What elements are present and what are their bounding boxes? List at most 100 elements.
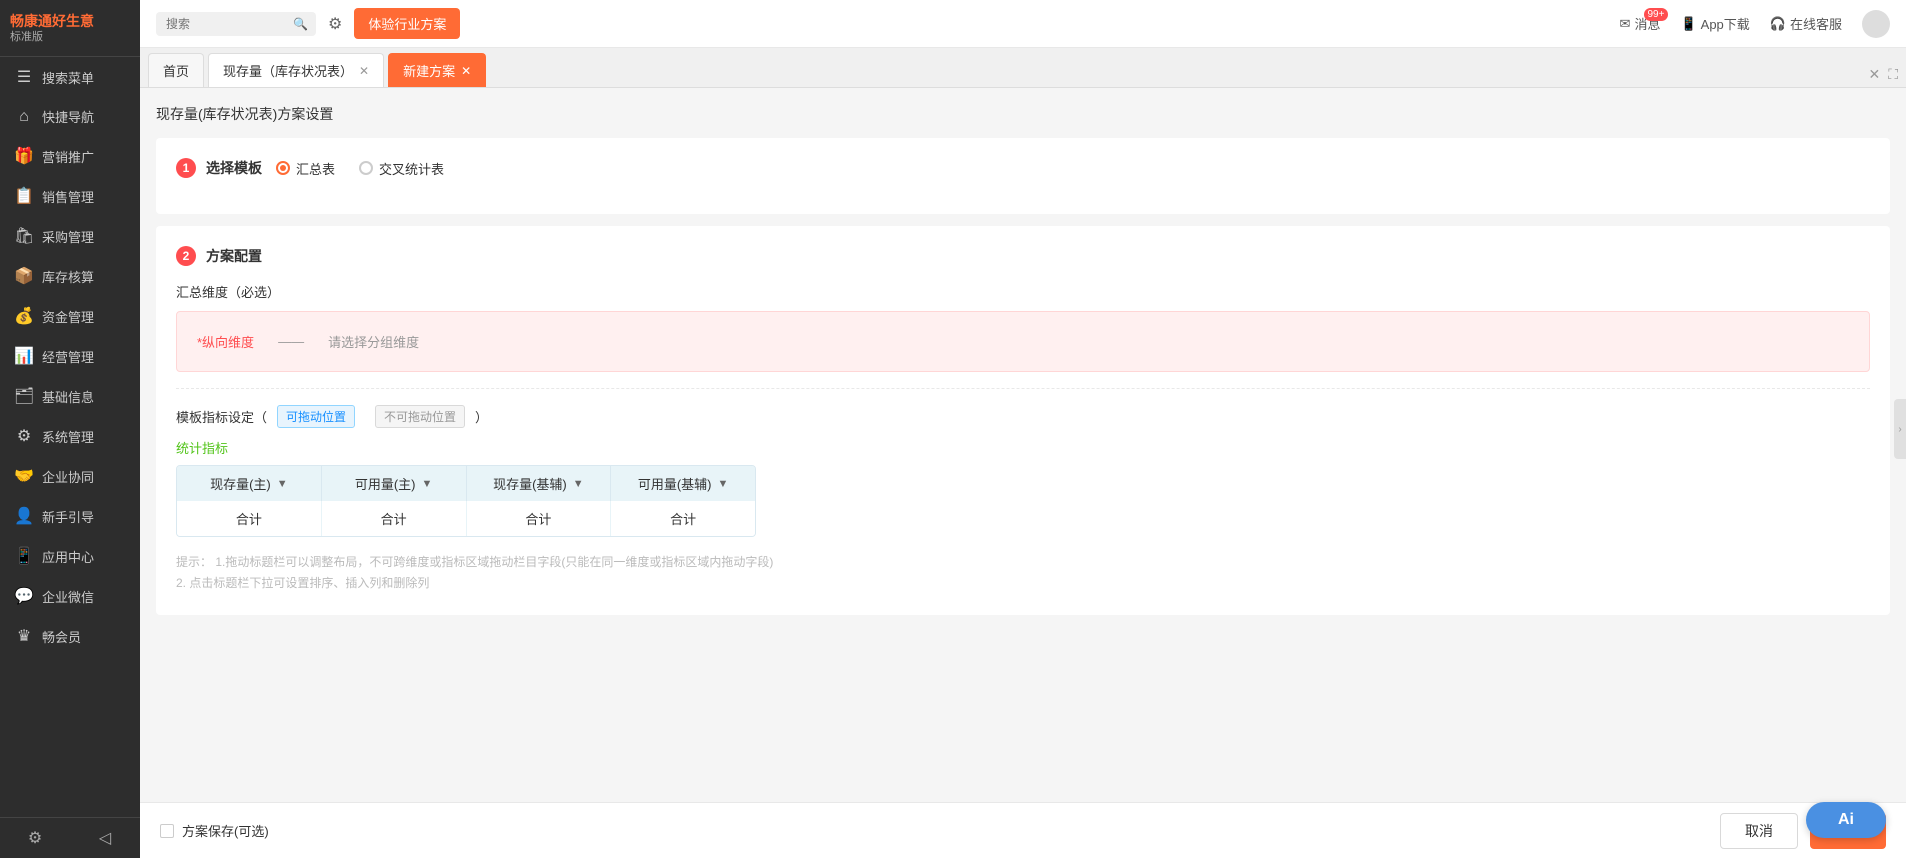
table-row: 合计 合计 合计 合计 [177,501,755,536]
sidebar-item-label: 搜索菜单 [42,68,94,87]
radio-summary-label: 汇总表 [296,159,335,178]
sidebar-logo: 畅康通好生意 标准版 [0,0,140,57]
sidebar-item-search-menu[interactable]: ☰ 搜索菜单 [0,57,140,97]
sidebar-settings-btn[interactable]: ⚙ [0,818,70,858]
headset-icon: 🎧 [1770,16,1786,32]
sidebar-item-enterprise[interactable]: 🤝 企业协同 [0,456,140,496]
message-btn[interactable]: ✉ 消息 99+ [1620,14,1661,33]
finance-icon: 💰 [14,306,34,326]
sidebar-item-sales[interactable]: 📋 销售管理 [0,176,140,216]
app-download-icon: 📱 [1680,16,1696,32]
td-subtotal-available-aux: 合计 [611,501,755,536]
step2-title: 方案配置 [206,246,262,266]
inventory-icon: 📦 [14,266,34,286]
tab-new-plan-label: 新建方案 [403,61,455,80]
expand-icon[interactable]: ⛶ [1888,66,1898,83]
step1-badge: 1 [176,158,196,178]
sidebar-item-app-center[interactable]: 📱 应用中心 [0,536,140,576]
ai-float-button[interactable]: Ai [1806,802,1886,838]
sidebar-item-label: 营销推广 [42,147,94,166]
new-guide-icon: 👤 [14,506,34,526]
radio-cross-circle [359,161,373,175]
search-menu-icon: ☰ [14,67,34,87]
radio-cross-label: 交叉统计表 [379,159,444,178]
customer-service-label: 在线客服 [1790,14,1842,33]
tab-home-label: 首页 [163,61,189,80]
home-icon: ⌂ [14,108,34,126]
dimension-placeholder: 请选择分组维度 [328,332,419,351]
th-available-main[interactable]: 可用量(主) ▼ [322,466,467,501]
dimension-box[interactable]: *纵向维度 —— 请选择分组维度 [176,311,1870,372]
td-subtotal-available-main: 合计 [322,501,467,536]
tab-inventory-status-close-icon[interactable]: ✕ [359,64,369,78]
tab-new-plan[interactable]: 新建方案 ✕ [388,53,486,87]
tabs-bar: 首页 现存量（库存状况表） ✕ 新建方案 ✕ ✕ ⛶ [140,48,1906,88]
th-current-aux-label: 现存量(基辅) [493,474,567,493]
sidebar-item-label: 应用中心 [42,547,94,566]
sidebar-item-finance[interactable]: 💰 资金管理 [0,296,140,336]
app-logo-main: 畅康通好生意 [10,12,130,30]
sidebar-item-wechat[interactable]: 💬 企业微信 [0,576,140,616]
indicator-settings-label: 模板指标设定（ 可拖动位置 不可拖动位置 ） [176,405,1870,428]
sidebar-item-label: 快捷导航 [42,107,94,126]
member-icon: ♛ [14,626,34,646]
tab-new-plan-close-icon[interactable]: ✕ [461,64,471,78]
sidebar-audio-btn[interactable]: ◁ [70,818,140,858]
sidebar-scroll: ☰ 搜索菜单 ⌂ 快捷导航 🎁 营销推广 📋 销售管理 🛍 采购管理 📦 库存核… [0,57,140,817]
operations-icon: 📊 [14,346,34,366]
tips-box: 提示： 1.拖动标题栏可以调整布局，不可跨维度或指标区域拖动栏目字段(只能在同一… [176,553,1870,591]
sidebar-item-quick-nav[interactable]: ⌂ 快捷导航 [0,97,140,136]
save-option[interactable]: 方案保存(可选) [160,821,269,840]
app-download-btn[interactable]: 📱 App下载 [1680,14,1749,33]
th-current-main[interactable]: 现存量(主) ▼ [177,466,322,501]
sidebar-item-label: 新手引导 [42,507,94,526]
sidebar-item-purchase[interactable]: 🛍 采购管理 [0,216,140,256]
avatar[interactable] [1862,10,1890,38]
tab-inventory-status[interactable]: 现存量（库存状况表） ✕ [208,53,384,87]
cancel-button[interactable]: 取消 [1720,813,1798,849]
message-badge: 99+ [1644,8,1669,21]
sidebar-item-basic-info[interactable]: 🗂 基础信息 [0,376,140,416]
th-current-aux[interactable]: 现存量(基辅) ▼ [467,466,612,501]
content-wrapper: 🔍 ⚙ 体验行业方案 ✉ 消息 99+ 📱 App下载 🎧 在线客服 首页 [140,0,1906,858]
sidebar-item-marketing[interactable]: 🎁 营销推广 [0,136,140,176]
sidebar-bottom: ⚙ ◁ [0,817,140,858]
radio-summary[interactable]: 汇总表 [276,159,335,178]
td-subtotal-current-main: 合计 [177,501,322,536]
sidebar-item-label: 销售管理 [42,187,94,206]
step1-card: 1 选择模板 汇总表 交叉统计表 [156,138,1890,214]
gear-icon[interactable]: ⚙ [328,14,342,34]
indicators-table: 现存量(主) ▼ 可用量(主) ▼ 现存量(基辅) ▼ 可用量(基辅) ▼ [176,465,756,537]
sidebar-item-label: 畅会员 [42,627,81,646]
customer-service-btn[interactable]: 🎧 在线客服 [1770,14,1842,33]
right-collapse-handle[interactable]: › [1894,399,1906,459]
tab-expand-icons: ✕ ⛶ [1868,66,1898,87]
system-icon: ⚙ [14,426,34,446]
template-options: 汇总表 交叉统计表 [276,159,444,178]
draggable-badge: 可拖动位置 [277,405,355,428]
th-available-aux[interactable]: 可用量(基辅) ▼ [611,466,755,501]
sidebar-item-new-guide[interactable]: 👤 新手引导 [0,496,140,536]
sidebar-item-label: 企业协同 [42,467,94,486]
indicator-settings-close: ） [475,407,488,426]
radio-summary-circle [276,161,290,175]
search-input[interactable] [156,12,316,36]
ai-label: Ai [1838,811,1854,829]
tab-inventory-status-label: 现存量（库存状况表） [223,61,353,80]
bottom-bar: 方案保存(可选) 取消 查询 [140,802,1906,858]
save-checkbox[interactable] [160,824,174,838]
sidebar-item-system[interactable]: ⚙ 系统管理 [0,416,140,456]
close-icon[interactable]: ✕ [1868,66,1880,83]
radio-cross[interactable]: 交叉统计表 [359,159,444,178]
sidebar-item-label: 库存核算 [42,267,94,286]
sidebar-item-inventory[interactable]: 📦 库存核算 [0,256,140,296]
chevron-down-icon: ▼ [422,478,433,490]
sidebar-item-label: 资金管理 [42,307,94,326]
enterprise-icon: 🤝 [14,466,34,486]
step2-badge: 2 [176,246,196,266]
trial-button[interactable]: 体验行业方案 [354,8,460,39]
sidebar-item-member[interactable]: ♛ 畅会员 [0,616,140,656]
sidebar-item-operations[interactable]: 📊 经营管理 [0,336,140,376]
sidebar-item-label: 企业微信 [42,587,94,606]
tab-home[interactable]: 首页 [148,53,204,87]
